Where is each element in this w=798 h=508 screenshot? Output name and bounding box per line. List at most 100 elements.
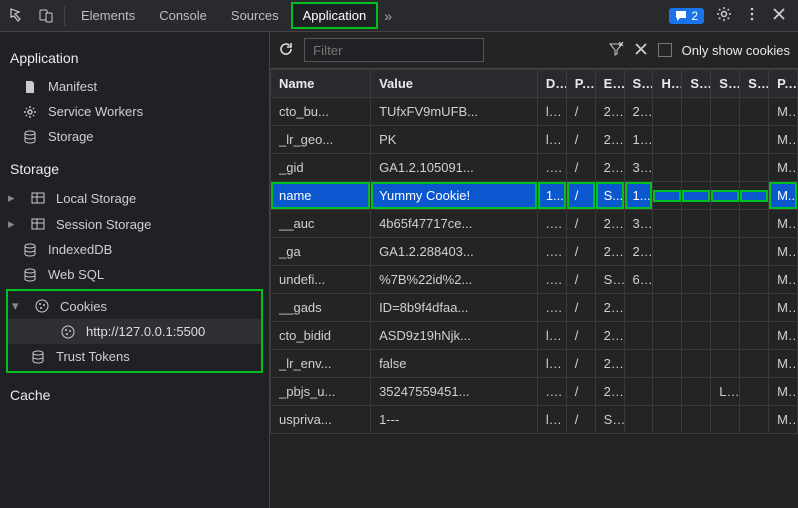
application-sidebar: Application Manifest Service Workers Sto… [0,32,270,508]
cell-value: 1--- [371,406,538,434]
close-devtools-icon[interactable] [772,7,786,24]
more-tabs-icon[interactable]: » [378,8,398,24]
refresh-icon[interactable] [278,41,294,60]
cell-name: cto_bu... [271,98,371,126]
cell-p2: M.. [769,182,798,210]
sidebar-item-session-storage[interactable]: ▸ Session Storage [0,211,269,237]
col-name[interactable]: Name [271,70,371,98]
database-icon [22,130,38,144]
cell-value: PK [371,126,538,154]
table-row[interactable]: undefi...%7B%22id%2......./S...6...M.. [271,266,798,294]
clear-all-icon[interactable] [634,42,648,59]
cell-p: / [566,210,595,238]
col-priority[interactable]: P.. [769,70,798,98]
cell-s1: 3... [624,154,653,182]
cell-e: 2... [595,294,624,322]
table-row[interactable]: _lr_env...falsel.../2...M.. [271,350,798,378]
sidebar-item-storage[interactable]: Storage [0,124,269,149]
cell-s3 [711,266,740,294]
chat-icon [675,10,687,22]
cookie-icon [34,299,50,313]
filter-input[interactable] [304,38,484,62]
kebab-icon[interactable] [744,6,760,25]
cell-p: / [566,154,595,182]
cell-s1 [624,378,653,406]
cell-h [653,378,682,406]
sidebar-item-service-workers[interactable]: Service Workers [0,99,269,124]
table-row[interactable]: cto_bididASD9z19hNjk...l.../2...M.. [271,322,798,350]
cell-value: TUfxFV9mUFB... [371,98,538,126]
cell-p: / [566,238,595,266]
chevron-right-icon: ▸ [8,216,20,232]
table-row[interactable]: __gadsID=8b9f4dfaa......./2...M.. [271,294,798,322]
col-secure[interactable]: S.. [682,70,711,98]
col-expires[interactable]: E.. [595,70,624,98]
cell-s3 [711,322,740,350]
tab-console[interactable]: Console [147,2,219,29]
cell-value: 35247559451... [371,378,538,406]
cell-p2: M.. [769,406,798,434]
sidebar-item-cookies[interactable]: ▾ Cookies [8,293,261,319]
col-domain[interactable]: D.. [537,70,566,98]
table-row[interactable]: _gidGA1.2.105091......./2...3...M.. [271,154,798,182]
table-row[interactable]: uspriva...1---l.../S...M.. [271,406,798,434]
cell-p2: M.. [769,294,798,322]
cell-s3 [711,154,740,182]
table-row[interactable]: cto_bu...TUfxFV9mUFB...l.../2...2...M.. [271,98,798,126]
col-httponly[interactable]: H.. [653,70,682,98]
cell-p: / [566,322,595,350]
cell-s3 [711,98,740,126]
cell-s4 [740,126,769,154]
sidebar-label: Web SQL [48,267,104,282]
issues-badge[interactable]: 2 [669,8,704,24]
sidebar-item-websql[interactable]: Web SQL [0,262,269,287]
col-path[interactable]: P.. [566,70,595,98]
cell-s1 [624,350,653,378]
cell-h [653,266,682,294]
cell-d: l... [537,350,566,378]
cell-value: false [371,350,538,378]
table-row[interactable]: _pbjs_u...35247559451......./2...L...M.. [271,378,798,406]
cell-d: .... [537,378,566,406]
cell-value: GA1.2.288403... [371,238,538,266]
table-row[interactable]: nameYummy Cookie!1.../S...1...M.. [271,182,798,210]
cell-s1 [624,322,653,350]
cell-value: GA1.2.105091... [371,154,538,182]
inspect-icon[interactable] [4,8,32,24]
table-row[interactable]: _gaGA1.2.288403......./2...2...M.. [271,238,798,266]
cell-s2 [682,350,711,378]
sidebar-item-local-storage[interactable]: ▸ Local Storage [0,185,269,211]
col-samesite[interactable]: S.. [711,70,740,98]
cell-e: S... [595,406,624,434]
cell-e: S... [595,266,624,294]
cell-name: cto_bidid [271,322,371,350]
sidebar-item-manifest[interactable]: Manifest [0,74,269,99]
col-size[interactable]: S.. [624,70,653,98]
cookies-highlight-group: ▾ Cookies http://127.0.0.1:5500 Trust To… [6,289,263,373]
cell-d: l... [537,322,566,350]
cell-s1 [624,406,653,434]
cell-h [653,98,682,126]
cookies-toolbar: Only show cookies [270,32,798,69]
cell-d: .... [537,210,566,238]
cell-name: __gads [271,294,371,322]
table-row[interactable]: _lr_geo...PKl.../2...1...M.. [271,126,798,154]
cell-e: 2... [595,322,624,350]
col-sameparty[interactable]: S.. [740,70,769,98]
settings-icon[interactable] [716,6,732,25]
device-icon[interactable] [32,8,60,24]
tab-elements[interactable]: Elements [69,2,147,29]
cell-e: 2... [595,210,624,238]
col-value[interactable]: Value [371,70,538,98]
cell-s1: 1... [624,182,653,210]
sidebar-item-indexeddb[interactable]: IndexedDB [0,237,269,262]
issues-count: 2 [691,9,698,23]
table-row[interactable]: __auc4b65f47717ce......./2...3...M.. [271,210,798,238]
sidebar-item-trust-tokens[interactable]: Trust Tokens [8,344,261,369]
tab-application[interactable]: Application [291,2,379,29]
sidebar-item-cookie-origin[interactable]: http://127.0.0.1:5500 [8,319,261,344]
only-cookies-checkbox[interactable] [658,43,672,57]
clear-filter-icon[interactable] [608,41,624,60]
tab-sources[interactable]: Sources [219,2,291,29]
cell-h [653,406,682,434]
